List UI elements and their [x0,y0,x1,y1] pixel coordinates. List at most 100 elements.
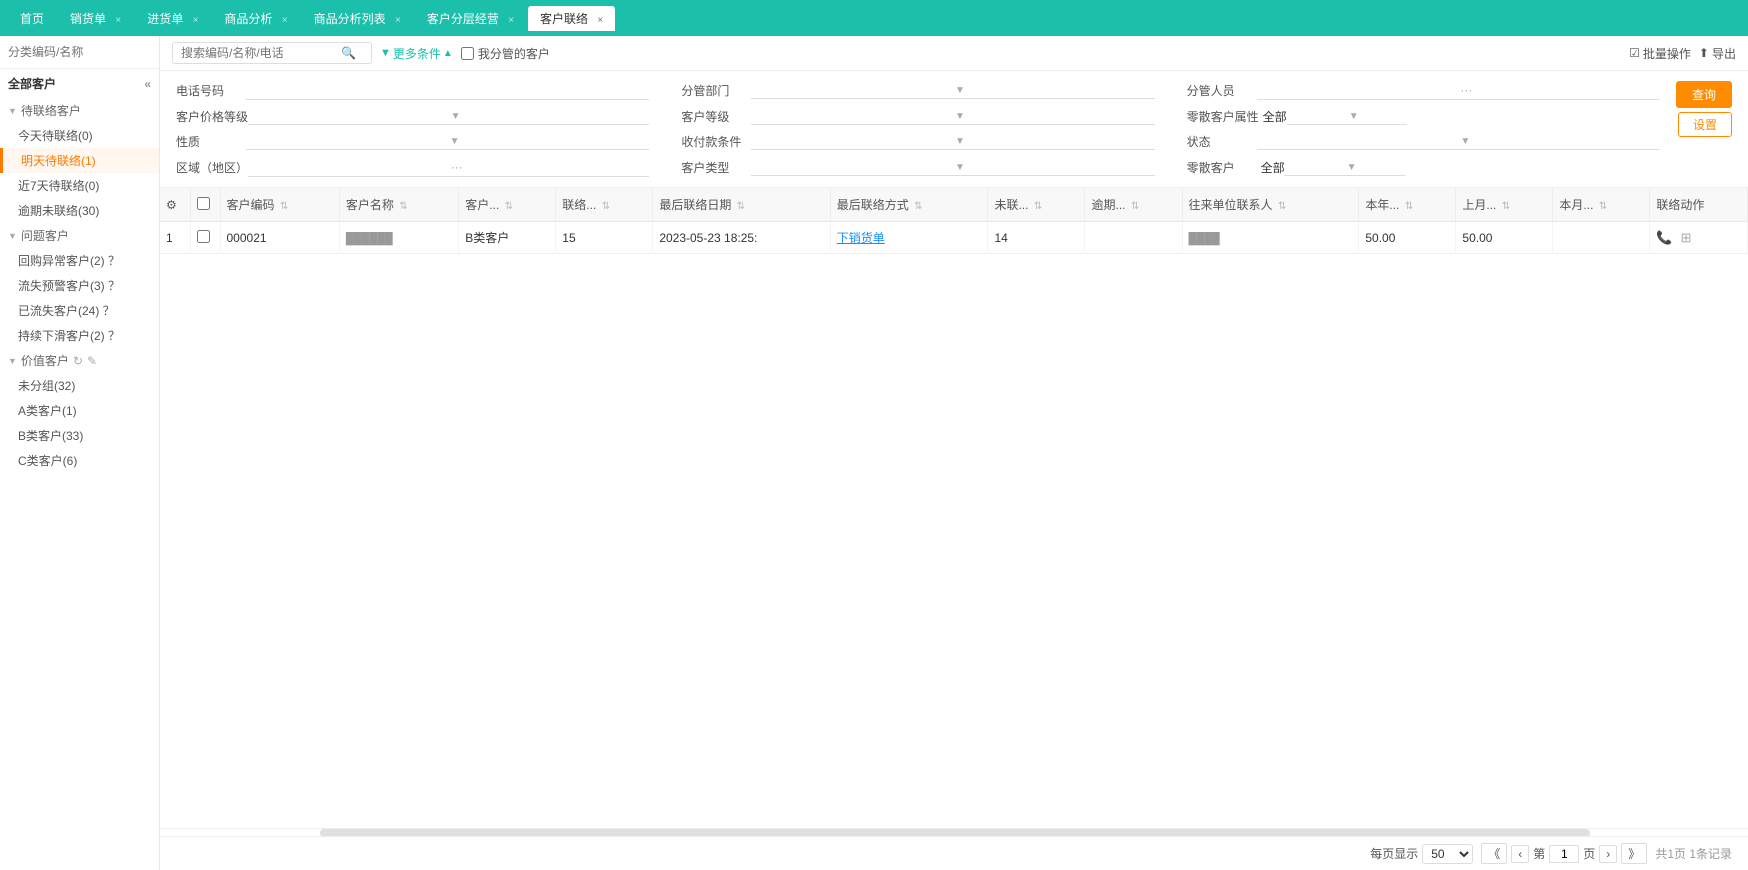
search-icon[interactable]: 🔍 [341,46,356,60]
sort-icon[interactable]: ⇅ [1034,201,1042,212]
first-page-button[interactable]: 《 [1481,843,1507,864]
filter-select-customer-level[interactable]: ▼ [751,109,1154,125]
sort-icon[interactable]: ⇅ [1502,201,1510,212]
more-conditions-button[interactable]: ▼ 更多条件 ▲ [380,45,453,62]
th-last-contact-method: 最后联络方式 ⇅ [830,188,988,222]
export-button[interactable]: ⬆ 导出 [1699,45,1736,62]
sidebar-item-c-class[interactable]: C类客户(6) [0,448,159,473]
filter-cell-customer-level: 客户等级 ▼ [681,108,1154,125]
phone-icon[interactable]: 📞 [1656,230,1672,246]
filter-icon: ▼ [380,47,391,59]
th-customer-name: 客户名称 ⇅ [339,188,458,222]
th-contact-action: 联络动作 [1650,188,1748,222]
grid-icon[interactable]: ⊞ [1681,230,1692,246]
close-icon[interactable]: × [193,15,199,26]
sort-icon[interactable]: ⇅ [1405,201,1413,212]
my-customers-input[interactable] [461,47,474,60]
sort-icon[interactable]: ⇅ [914,201,922,212]
sidebar-item-decline[interactable]: 持续下滑客户(2) ？ [0,323,159,348]
filter-cell-nature: 性质 ▼ [176,133,649,150]
close-icon[interactable]: × [508,15,514,26]
td-last-contact-method[interactable]: 下销货单 [830,222,988,254]
filter-select-price-level[interactable]: ▼ [248,109,649,125]
nav-item-2[interactable]: 商品分析 × [212,6,299,31]
filter-select-dept[interactable]: ▼ [751,83,1154,99]
nav-item-4[interactable]: 客户分层经营 × [415,6,526,31]
sidebar-item-b-class[interactable]: B类客户(33) [0,423,159,448]
td-contact-count: 15 [556,222,653,254]
filter-select-nature[interactable]: ▼ [246,134,649,150]
th-last-month: 上月... ⇅ [1456,188,1553,222]
prev-page-button[interactable]: ‹ [1511,845,1529,863]
my-customers-checkbox[interactable]: 我分管的客户 [461,45,550,62]
select-all-checkbox[interactable] [197,197,210,210]
sort-icon[interactable]: ⇅ [280,201,288,212]
refresh-icon[interactable]: ↻ [73,354,83,368]
sort-icon[interactable]: ⇅ [399,201,407,212]
row-checkbox[interactable] [197,230,210,243]
th-gear[interactable]: ⚙ [160,188,190,222]
filter-select-person[interactable]: ··· [1257,81,1660,100]
sidebar-item-a-class[interactable]: A类客户(1) [0,398,159,423]
sidebar-item-today[interactable]: 今天待联络(0) [0,123,159,148]
query-button[interactable]: 查询 [1676,81,1732,108]
sidebar-item-lost[interactable]: 已流失客户(24) ？ [0,298,159,323]
sidebar-item-overdue[interactable]: 逾期未联络(30) [0,198,159,223]
td-this-month [1553,222,1650,254]
nav-item-3[interactable]: 商品分析列表 × [302,6,413,31]
close-icon[interactable]: × [115,15,121,26]
nav-item-1[interactable]: 进货单 × [135,6,210,31]
filter-row-2: 性质 ▼ 收付款条件 ▼ [176,133,1660,150]
filter-label-customer-type: 客户类型 [681,159,751,176]
sidebar-item-ungroup[interactable]: 未分组(32) [0,373,159,398]
sort-icon[interactable]: ⇅ [737,201,745,212]
filter-select-customer-type[interactable]: ▼ [751,160,1154,176]
sort-icon[interactable]: ⇅ [602,201,610,212]
collapse-icon[interactable]: « [144,77,151,91]
group-title-1[interactable]: 问题客户 [0,223,159,248]
edit-icon[interactable]: ✎ [87,354,97,368]
search-input[interactable] [181,46,341,60]
batch-operation-button[interactable]: ☑ 批量操作 [1629,45,1691,62]
filter-select-payment[interactable]: ▼ [751,134,1154,150]
nav-item-5[interactable]: 客户联络 × [528,6,615,31]
close-icon[interactable]: × [395,15,401,26]
last-page-button[interactable]: 》 [1621,843,1647,864]
sort-icon[interactable]: ⇅ [505,201,513,212]
close-icon[interactable]: × [282,15,288,26]
nav-home[interactable]: 首页 [8,6,56,31]
page-number-input[interactable] [1549,845,1579,863]
horizontal-scrollbar[interactable] [160,828,1748,836]
filter-select-scatter[interactable]: ▼ [1285,160,1405,176]
group-title-2[interactable]: 价值客户 ↻ ✎ [0,348,159,373]
scatter-attr-value: 全部 [1263,108,1287,125]
filter-cell-payment: 收付款条件 ▼ [681,133,1154,150]
sort-icon[interactable]: ⇅ [1278,201,1286,212]
chevron-down-icon: ▼ [451,111,646,122]
dots-icon: ··· [1460,83,1656,97]
sidebar-item-7days[interactable]: 近7天待联络(0) [0,173,159,198]
filter-select-region[interactable]: ··· [248,158,649,177]
sidebar-search-input[interactable] [8,45,160,59]
nav-item-0[interactable]: 销货单 × [58,6,133,31]
sidebar-item-tomorrow[interactable]: 明天待联络(1) [0,148,159,173]
search-box: 🔍 [172,42,372,64]
gear-icon[interactable]: ⚙ [166,198,177,212]
export-icon: ⬆ [1699,46,1709,60]
group-title-0[interactable]: 待联络客户 [0,98,159,123]
close-icon[interactable]: × [597,15,603,26]
all-customers-label[interactable]: 全部客户 « [0,69,159,98]
filter-select-scatter-attr[interactable]: ▼ [1287,109,1407,125]
page-size-select[interactable]: 50 100 200 [1422,844,1473,864]
td-checkbox[interactable] [190,222,220,254]
next-page-button[interactable]: › [1599,845,1617,863]
filter-select-status[interactable]: ▼ [1257,134,1660,150]
settings-button[interactable]: 设置 [1678,112,1732,137]
sort-icon[interactable]: ⇅ [1131,201,1139,212]
th-checkbox[interactable] [190,188,220,222]
sidebar-item-abnormal[interactable]: 回购异常客户(2) ？ [0,248,159,273]
contact-method-link[interactable]: 下销货单 [837,231,885,245]
filter-input-phone[interactable] [246,81,649,100]
sort-icon[interactable]: ⇅ [1599,201,1607,212]
sidebar-item-warn[interactable]: 流失预警客户(3) ？ [0,273,159,298]
